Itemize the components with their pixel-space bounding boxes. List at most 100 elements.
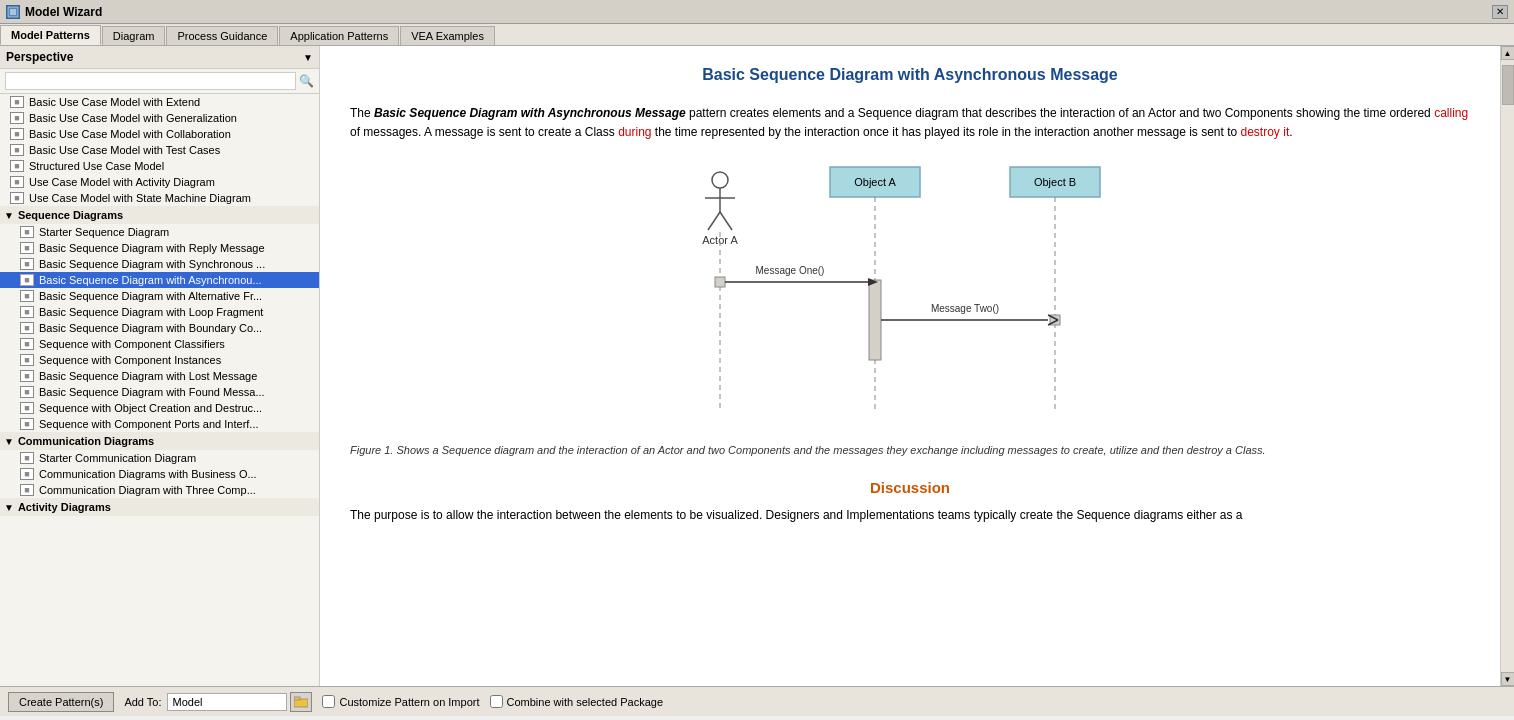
item-icon: ■ — [10, 176, 24, 188]
item-icon: ■ — [10, 128, 24, 140]
app-icon — [6, 5, 20, 19]
tab-process-guidance[interactable]: Process Guidance — [166, 26, 278, 45]
list-item[interactable]: ■ Sequence with Component Ports and Inte… — [0, 416, 319, 432]
list-item[interactable]: ■ Basic Sequence Diagram with Loop Fragm… — [0, 304, 319, 320]
section-communication-diagrams[interactable]: ▼ Communication Diagrams — [0, 432, 319, 450]
title-bar: Model Wizard ✕ — [0, 0, 1514, 24]
svg-text:Message One(): Message One() — [756, 265, 825, 276]
item-icon: ■ — [10, 112, 24, 124]
item-icon: ■ — [20, 258, 34, 270]
list-item[interactable]: ■ Basic Use Case Model with Generalizati… — [0, 110, 319, 126]
svg-text:Object B: Object B — [1034, 176, 1076, 188]
right-scrollbar[interactable]: ▲ ▼ — [1500, 46, 1514, 686]
expand-icon: ▼ — [4, 210, 14, 221]
list-item[interactable]: ■ Structured Use Case Model — [0, 158, 319, 174]
list-item[interactable]: ■ Sequence with Object Creation and Dest… — [0, 400, 319, 416]
search-icon[interactable]: 🔍 — [299, 74, 314, 88]
item-icon: ■ — [20, 290, 34, 302]
scroll-up-arrow[interactable]: ▲ — [1501, 46, 1515, 60]
tab-model-patterns[interactable]: Model Patterns — [0, 25, 101, 45]
list-item[interactable]: ■ Use Case Model with State Machine Diag… — [0, 190, 319, 206]
tree-list: ■ Basic Use Case Model with Extend ■ Bas… — [0, 94, 319, 686]
item-icon: ■ — [20, 306, 34, 318]
item-icon: ■ — [20, 386, 34, 398]
item-icon: ■ — [20, 274, 34, 286]
tab-diagram[interactable]: Diagram — [102, 26, 166, 45]
customize-checkbox-label: Customize Pattern on Import — [322, 695, 479, 708]
svg-text:Message Two(): Message Two() — [931, 303, 999, 314]
tab-application-patterns[interactable]: Application Patterns — [279, 26, 399, 45]
discussion-title: Discussion — [350, 479, 1470, 496]
list-item[interactable]: ■ Sequence with Component Classifiers — [0, 336, 319, 352]
search-input[interactable] — [5, 72, 296, 90]
item-icon: ■ — [10, 192, 24, 204]
discussion-body: The purpose is to allow the interaction … — [350, 506, 1470, 525]
section-sequence-diagrams[interactable]: ▼ Sequence Diagrams — [0, 206, 319, 224]
folder-icon-button[interactable] — [290, 692, 312, 712]
perspective-header: Perspective ▼ — [0, 46, 319, 69]
list-item[interactable]: ■ Communication Diagrams with Business O… — [0, 466, 319, 482]
item-icon: ■ — [20, 452, 34, 464]
item-icon: ■ — [10, 160, 24, 172]
item-icon: ■ — [10, 96, 24, 108]
item-icon: ■ — [10, 144, 24, 156]
list-item[interactable]: ■ Sequence with Component Instances — [0, 352, 319, 368]
list-item[interactable]: ■ Basic Sequence Diagram with Reply Mess… — [0, 240, 319, 256]
combine-checkbox[interactable] — [490, 695, 503, 708]
scroll-thumb[interactable] — [1502, 65, 1514, 105]
tab-bar: Model Patterns Diagram Process Guidance … — [0, 24, 1514, 46]
item-icon: ■ — [20, 354, 34, 366]
list-item[interactable]: ■ Starter Sequence Diagram — [0, 224, 319, 240]
left-panel: Perspective ▼ 🔍 ■ Basic Use Case Model w… — [0, 46, 320, 686]
expand-icon: ▼ — [4, 436, 14, 447]
sequence-diagram: Actor A Object A Object B — [670, 162, 1150, 422]
diagram-container: Actor A Object A Object B — [350, 162, 1470, 422]
item-icon: ■ — [20, 402, 34, 414]
list-item[interactable]: ■ Basic Sequence Diagram with Boundary C… — [0, 320, 319, 336]
svg-point-4 — [712, 172, 728, 188]
content-body: The Basic Sequence Diagram with Asynchro… — [350, 104, 1470, 142]
svg-line-8 — [720, 212, 732, 230]
model-input[interactable] — [167, 693, 287, 711]
list-item-selected[interactable]: ■ Basic Sequence Diagram with Asynchrono… — [0, 272, 319, 288]
svg-line-7 — [708, 212, 720, 230]
list-item[interactable]: ■ Starter Communication Diagram — [0, 450, 319, 466]
list-item[interactable]: ■ Basic Sequence Diagram with Synchronou… — [0, 256, 319, 272]
list-item[interactable]: ■ Basic Sequence Diagram with Alternativ… — [0, 288, 319, 304]
right-panel: Basic Sequence Diagram with Asynchronous… — [320, 46, 1500, 686]
list-item[interactable]: ■ Basic Use Case Model with Test Cases — [0, 142, 319, 158]
main-layout: Perspective ▼ 🔍 ■ Basic Use Case Model w… — [0, 46, 1514, 686]
item-icon: ■ — [20, 242, 34, 254]
item-icon: ■ — [20, 322, 34, 334]
item-icon: ■ — [20, 418, 34, 430]
svg-text:Object A: Object A — [854, 176, 896, 188]
expand-icon: ▼ — [4, 502, 14, 513]
window-title: Model Wizard — [25, 5, 1492, 19]
scroll-down-arrow[interactable]: ▼ — [1501, 672, 1515, 686]
svg-rect-17 — [869, 280, 881, 360]
perspective-label: Perspective — [6, 50, 73, 64]
item-icon: ■ — [20, 484, 34, 496]
customize-checkbox[interactable] — [322, 695, 335, 708]
scroll-track[interactable] — [1501, 60, 1515, 672]
list-item[interactable]: ■ Basic Use Case Model with Extend — [0, 94, 319, 110]
tab-vea-examples[interactable]: VEA Examples — [400, 26, 495, 45]
figure-caption: Figure 1. Shows a Sequence diagram and t… — [350, 442, 1470, 459]
item-icon: ■ — [20, 338, 34, 350]
list-item[interactable]: ■ Basic Use Case Model with Collaboratio… — [0, 126, 319, 142]
section-activity-diagrams[interactable]: ▼ Activity Diagrams — [0, 498, 319, 516]
close-button[interactable]: ✕ — [1492, 5, 1508, 19]
item-icon: ■ — [20, 370, 34, 382]
perspective-dropdown[interactable]: ▼ — [303, 52, 313, 63]
list-item[interactable]: ■ Basic Sequence Diagram with Found Mess… — [0, 384, 319, 400]
add-to-label: Add To: — [124, 696, 161, 708]
svg-rect-18 — [715, 277, 725, 287]
item-icon: ■ — [20, 226, 34, 238]
svg-rect-28 — [294, 697, 300, 700]
list-item[interactable]: ■ Communication Diagram with Three Comp.… — [0, 482, 319, 498]
search-bar: 🔍 — [0, 69, 319, 94]
content-title: Basic Sequence Diagram with Asynchronous… — [350, 66, 1470, 84]
list-item[interactable]: ■ Use Case Model with Activity Diagram — [0, 174, 319, 190]
create-patterns-button[interactable]: Create Pattern(s) — [8, 692, 114, 712]
list-item[interactable]: ■ Basic Sequence Diagram with Lost Messa… — [0, 368, 319, 384]
